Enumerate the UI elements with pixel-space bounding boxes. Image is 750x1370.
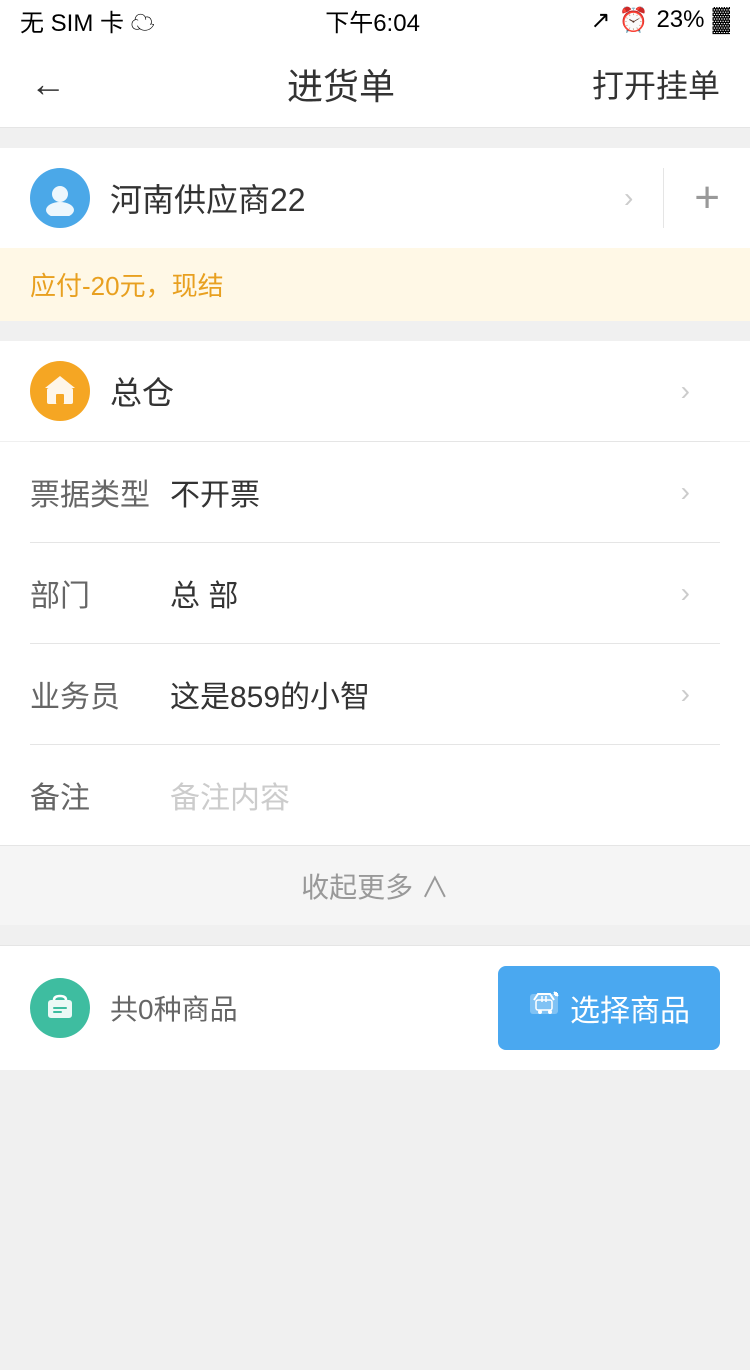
status-left: 无 SIM 卡 ☁ [20, 3, 155, 38]
supplier-name: 河南供应商22 [110, 175, 624, 221]
supplier-section[interactable]: 河南供应商22 › + [0, 148, 750, 248]
bottom-bar: 共0种商品 选择商品 [0, 945, 750, 1070]
salesman-row[interactable]: 业务员 这是859的小智 › [0, 644, 750, 744]
product-count-icon [30, 978, 90, 1038]
remark-label: 备注 [30, 773, 170, 817]
supplier-chevron-icon: › [624, 182, 633, 214]
divider-7 [0, 925, 750, 945]
salesman-label: 业务员 [30, 672, 170, 716]
warehouse-chevron-icon: › [681, 375, 690, 407]
remark-input[interactable]: 备注内容 [170, 773, 720, 817]
collapse-button[interactable]: 收起更多 ∧ [0, 845, 750, 925]
battery-icon: ▓ [713, 6, 731, 34]
warehouse-section[interactable]: 总仓 › [0, 341, 750, 441]
salesman-value: 这是859的小智 [170, 672, 681, 716]
form-section: 票据类型 不开票 › 部门 总 部 › 业务员 这是859的小智 › 备注 备注… [0, 442, 750, 845]
salesman-chevron-icon: › [681, 678, 690, 710]
status-time: 下午6:04 [325, 3, 420, 38]
open-pending-button[interactable]: 打开挂单 [592, 61, 720, 107]
sim-signal: 无 SIM 卡 ☁ [20, 3, 155, 38]
notice-bar: 应付-20元，现结 [0, 248, 750, 321]
remark-row[interactable]: 备注 备注内容 [0, 745, 750, 845]
supplier-divider [663, 168, 664, 228]
add-supplier-button[interactable]: + [694, 176, 720, 220]
nav-bar: ← 进货单 打开挂单 [0, 40, 750, 128]
dept-label: 部门 [30, 571, 170, 615]
dept-value: 总 部 [170, 571, 681, 615]
top-divider [0, 128, 750, 148]
invoice-label: 票据类型 [30, 470, 170, 514]
invoice-chevron-icon: › [681, 476, 690, 508]
invoice-row[interactable]: 票据类型 不开票 › [0, 442, 750, 542]
warehouse-icon [30, 361, 90, 421]
back-button[interactable]: ← [30, 63, 90, 105]
page-title: 进货单 [287, 58, 395, 110]
warehouse-name: 总仓 [110, 368, 681, 414]
select-product-label: 选择商品 [570, 986, 690, 1030]
status-right: ↗ ⏰ 23% ▓ [590, 6, 730, 35]
supplier-avatar [30, 168, 90, 228]
location-icon: ↗ [590, 6, 610, 35]
empty-area [0, 1070, 750, 1370]
select-product-button[interactable]: 选择商品 [498, 966, 720, 1050]
status-bar: 无 SIM 卡 ☁ 下午6:04 ↗ ⏰ 23% ▓ [0, 0, 750, 40]
invoice-value: 不开票 [170, 470, 681, 514]
dept-row[interactable]: 部门 总 部 › [0, 543, 750, 643]
dept-chevron-icon: › [681, 577, 690, 609]
cart-icon [528, 988, 560, 1028]
battery-level: 23% [656, 6, 704, 34]
divider-2 [0, 321, 750, 341]
product-count-text: 共0种商品 [110, 988, 478, 1028]
alarm-icon: ⏰ [619, 6, 649, 35]
